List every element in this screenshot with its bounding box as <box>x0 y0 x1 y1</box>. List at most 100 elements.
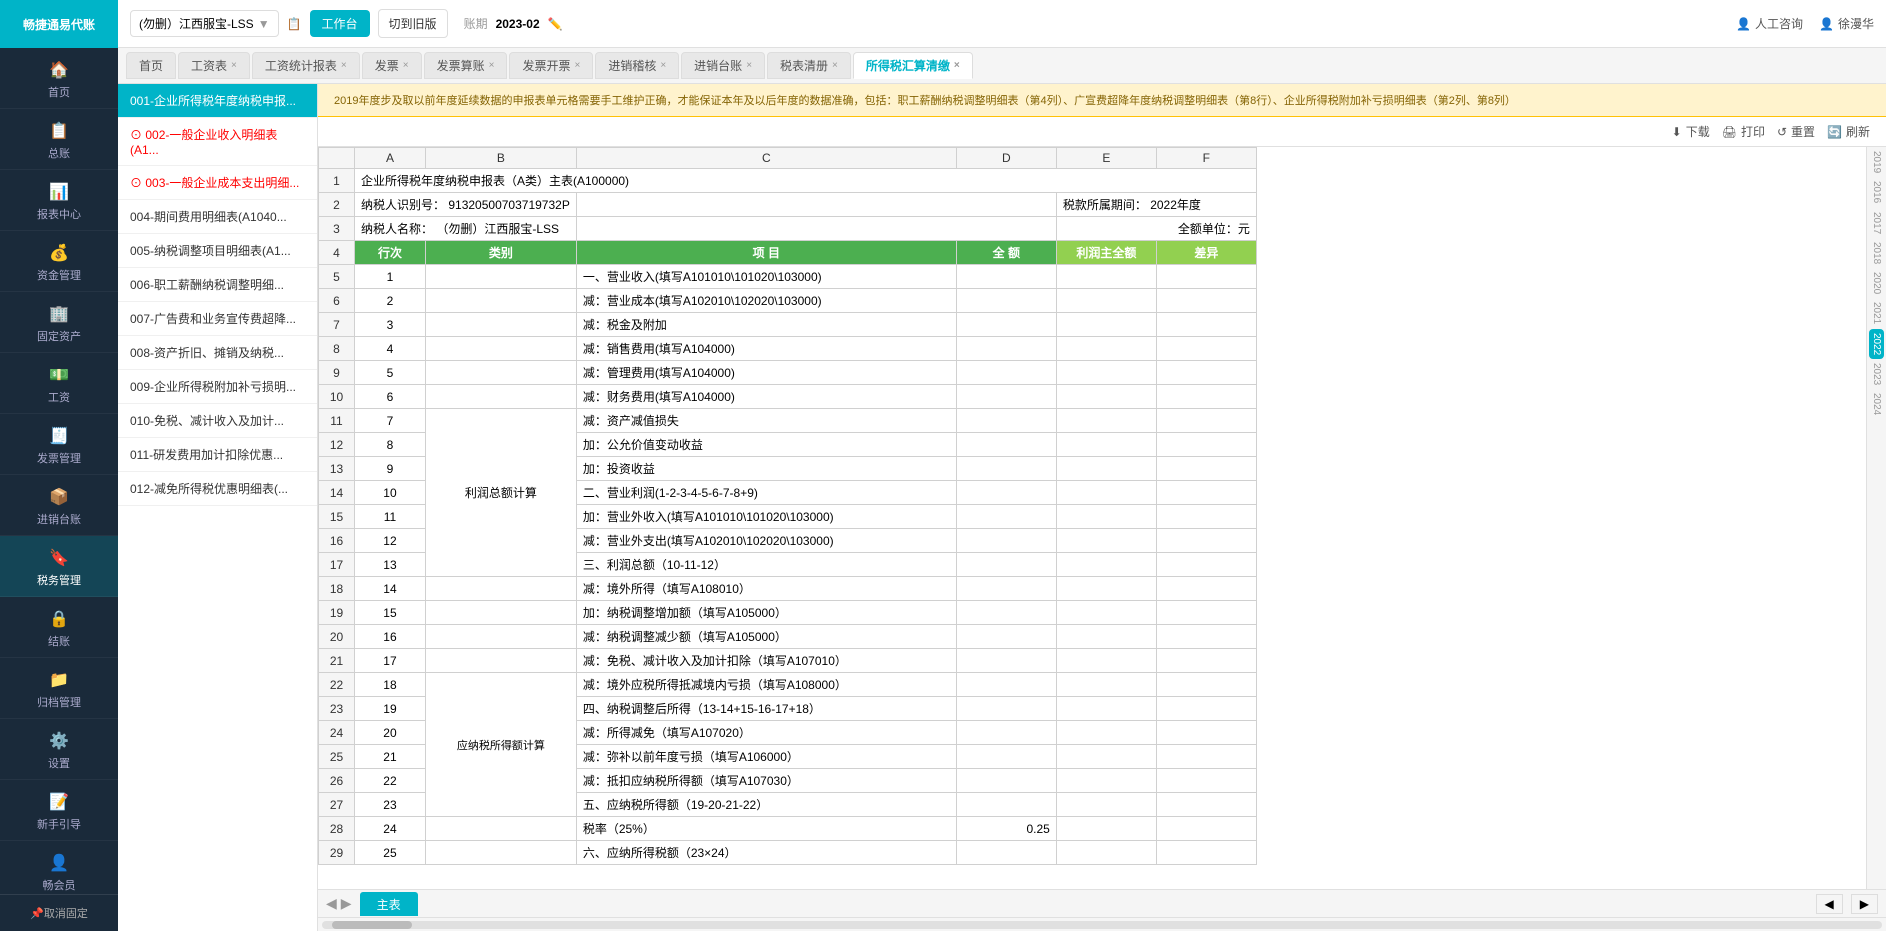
print-button[interactable]: 🖨 打印 <box>1722 123 1765 140</box>
ai-icon: 👤 <box>1736 17 1751 31</box>
sidebar-item-tax[interactable]: 🔖 税务管理 <box>0 536 118 597</box>
sidebar-item-home[interactable]: 🏠 首页 <box>0 48 118 109</box>
left-panel-item-009[interactable]: 009-企业所得税附加补亏损明... <box>118 370 317 404</box>
sidebar-item-report[interactable]: 📊 报表中心 <box>0 170 118 231</box>
user-profile[interactable]: 👤 徐漫华 <box>1819 15 1874 32</box>
table-toolbar: ⬇ 下载 🖨 打印 ↺ 重置 🔄 刷新 <box>318 117 1886 147</box>
sidebar-item-ledger[interactable]: 📋 总账 <box>0 109 118 170</box>
close-icon[interactable]: × <box>832 60 838 71</box>
member-icon: 👤 <box>49 853 69 873</box>
ai-service[interactable]: 👤 人工咨询 <box>1736 15 1803 32</box>
left-panel-item-011[interactable]: 011-研发费用加计扣除优惠... <box>118 438 317 472</box>
period-label: 账期 <box>464 15 488 32</box>
table-title: 企业所得税年度纳税申报表（A类）主表(A100000) <box>355 169 1257 193</box>
close-icon[interactable]: × <box>574 60 580 71</box>
col-header-A[interactable]: A <box>355 148 426 169</box>
tab-tax-clear[interactable]: 税表清册 × <box>767 52 851 79</box>
left-panel-item-012[interactable]: 012-减免所得税优惠明细表(... <box>118 472 317 506</box>
archive-icon: 📁 <box>49 670 69 690</box>
col-header-D[interactable]: D <box>956 148 1056 169</box>
col-header-F[interactable]: F <box>1156 148 1256 169</box>
year-2020[interactable]: 2020 <box>1869 268 1884 298</box>
left-panel-item-007[interactable]: 007-广告费和业务宣传费超降... <box>118 302 317 336</box>
close-icon[interactable]: × <box>489 60 495 71</box>
pin-toggle[interactable]: 📌 取消固定 <box>0 894 118 931</box>
scroll-thumb[interactable] <box>332 921 412 929</box>
sheet-tab-main[interactable]: 主表 <box>360 892 418 916</box>
workbench-button[interactable]: 工作台 <box>310 10 370 37</box>
table-row: 19 15 加：纳税调整增加额（填写A105000） <box>319 601 1257 625</box>
purchase-icon: 📦 <box>49 487 69 507</box>
tab-purchase-ledger[interactable]: 进销台账 × <box>681 52 765 79</box>
sidebar-item-settings[interactable]: ⚙️ 设置 <box>0 719 118 780</box>
col-header-B[interactable]: B <box>425 148 576 169</box>
sidebar-item-archive[interactable]: 📁 归档管理 <box>0 658 118 719</box>
tab-invoice-calc[interactable]: 发票算账 × <box>424 52 508 79</box>
left-panel-item-002[interactable]: ⊙ 002-一般企业收入明细表(A1... <box>118 118 317 166</box>
scroll-right-btn[interactable]: ▶ <box>1851 894 1878 914</box>
tab-income-tax[interactable]: 所得税汇算清缴 × <box>853 52 973 79</box>
tab-salary-stat[interactable]: 工资统计报表 × <box>252 52 360 79</box>
download-button[interactable]: ⬇ 下载 <box>1672 123 1710 140</box>
tab-invoice-open[interactable]: 发票开票 × <box>509 52 593 79</box>
year-2017[interactable]: 2017 <box>1869 208 1884 238</box>
year-2016[interactable]: 2016 <box>1869 177 1884 207</box>
year-2023[interactable]: 2023 <box>1869 359 1884 389</box>
close-icon[interactable]: × <box>403 60 409 71</box>
pin-icon: 📌 <box>30 907 44 920</box>
left-panel-item-003[interactable]: ⊙ 003-一般企业成本支出明细... <box>118 166 317 200</box>
sidebar-item-guide[interactable]: 📝 新手引导 <box>0 780 118 841</box>
invoice-icon: 🧾 <box>49 426 69 446</box>
company-selector[interactable]: (勿删）江西服宝-LSS ▼ <box>130 10 279 37</box>
year-2021[interactable]: 2021 <box>1869 298 1884 328</box>
sidebar-item-purchase[interactable]: 📦 进销台账 <box>0 475 118 536</box>
col-header-C[interactable]: C <box>576 148 956 169</box>
year-2022[interactable]: 2022 <box>1869 329 1884 359</box>
table-row: 5 1 一、营业收入(填写A101010\101020\103000) <box>319 265 1257 289</box>
close-icon[interactable]: × <box>954 60 960 71</box>
col-header-E[interactable]: E <box>1056 148 1156 169</box>
horizontal-scrollbar[interactable] <box>318 917 1886 931</box>
sheet-nav-arrows: ◀ ▶ <box>326 895 352 912</box>
close-icon[interactable]: × <box>231 60 237 71</box>
header-chay: 差异 <box>1156 241 1256 265</box>
sidebar-item-closing[interactable]: 🔒 结账 <box>0 597 118 658</box>
year-2019[interactable]: 2019 <box>1869 147 1884 177</box>
left-panel-item-001[interactable]: 001-企业所得税年度纳税申报... <box>118 84 317 118</box>
tab-purchase-check[interactable]: 进销稽核 × <box>595 52 679 79</box>
sheet-tabs-bar: ◀ ▶ 主表 ◀ ▶ <box>318 889 1886 917</box>
content-area: 001-企业所得税年度纳税申报... ⊙ 002-一般企业收入明细表(A1...… <box>118 84 1886 931</box>
left-panel-item-006[interactable]: 006-职工薪酬纳税调整明细... <box>118 268 317 302</box>
scroll-left-btn[interactable]: ◀ <box>1816 894 1843 914</box>
sidebar-item-salary[interactable]: 💵 工资 <box>0 353 118 414</box>
header-leibie: 类别 <box>425 241 576 265</box>
table-row: 10 6 减：财务费用(填写A104000) <box>319 385 1257 409</box>
sidebar-item-member[interactable]: 👤 畅会员 <box>0 841 118 894</box>
close-icon[interactable]: × <box>341 60 347 71</box>
reset-icon: ↺ <box>1777 125 1787 139</box>
sidebar-item-invoice[interactable]: 🧾 发票管理 <box>0 414 118 475</box>
left-panel-item-004[interactable]: 004-期间费用明细表(A1040... <box>118 200 317 234</box>
sheet-nav-right[interactable]: ▶ <box>341 895 352 912</box>
sheet-nav-left[interactable]: ◀ <box>326 895 337 912</box>
year-2024[interactable]: 2024 <box>1869 389 1884 419</box>
edit-period-icon[interactable]: ✏️ <box>548 17 563 31</box>
sidebar-item-asset[interactable]: 🏢 固定资产 <box>0 292 118 353</box>
left-panel-item-005[interactable]: 005-纳税调整项目明细表(A1... <box>118 234 317 268</box>
sidebar-item-capital[interactable]: 💰 资金管理 <box>0 231 118 292</box>
sheet-main[interactable]: A B C D E F <box>318 147 1866 889</box>
close-icon[interactable]: × <box>746 60 752 71</box>
tab-invoice-list[interactable]: 发票 × <box>362 52 422 79</box>
year-2018[interactable]: 2018 <box>1869 238 1884 268</box>
tax-icon: 🔖 <box>49 548 69 568</box>
refresh-button[interactable]: 🔄 刷新 <box>1827 123 1870 140</box>
switch-old-button[interactable]: 切到旧版 <box>378 9 448 38</box>
left-panel-item-008[interactable]: 008-资产折旧、摊销及纳税... <box>118 336 317 370</box>
table-row: 2 纳税人识别号： 91320500703719732P 税款所属期间： 202… <box>319 193 1257 217</box>
tab-home[interactable]: 首页 <box>126 52 176 79</box>
left-panel: 001-企业所得税年度纳税申报... ⊙ 002-一般企业收入明细表(A1...… <box>118 84 318 931</box>
close-icon[interactable]: × <box>660 60 666 71</box>
tab-salary[interactable]: 工资表 × <box>178 52 250 79</box>
left-panel-item-010[interactable]: 010-免税、减计收入及加计... <box>118 404 317 438</box>
reset-button[interactable]: ↺ 重置 <box>1777 123 1815 140</box>
